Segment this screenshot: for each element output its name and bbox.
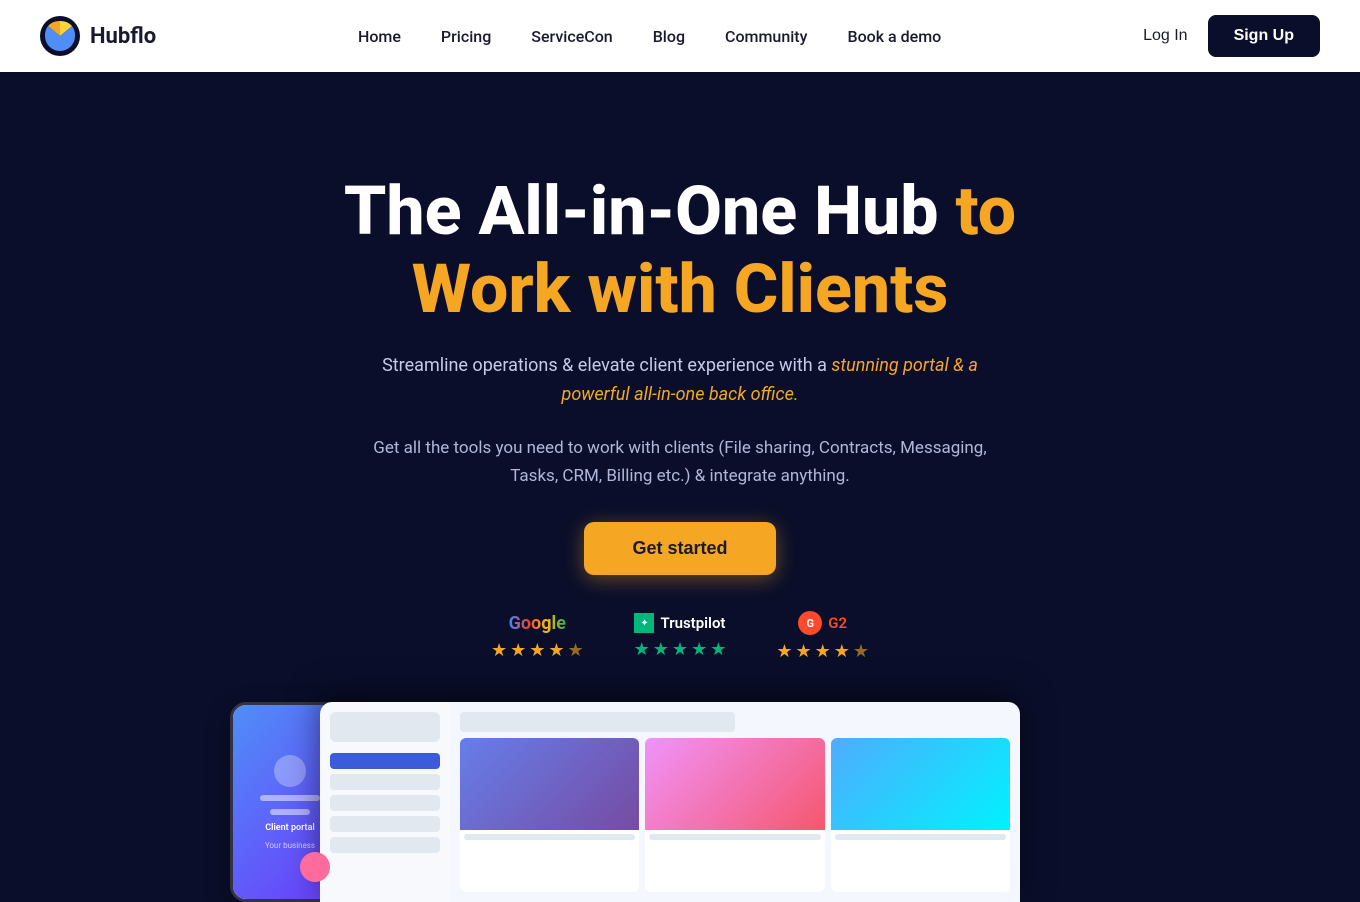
pink-circle-decoration (300, 852, 330, 882)
laptop-screen (320, 702, 1020, 902)
laptop-card-2 (645, 738, 824, 892)
laptop-mockup (320, 702, 1020, 902)
hubflo-logo-icon (40, 16, 80, 56)
g2-star-1: ★ (776, 641, 792, 662)
phone-line-2 (270, 809, 310, 815)
tp-star-3: ★ (672, 639, 688, 660)
phone-label-2: Your business (265, 841, 315, 850)
star-4: ★ (548, 640, 564, 661)
laptop-menu-home (330, 753, 440, 769)
star-5: ★ (568, 640, 584, 661)
nav-servicecon[interactable]: ServiceCon (531, 27, 612, 46)
hero-subtitle-plain: Streamline operations & elevate client e… (382, 355, 831, 376)
tp-star-4: ★ (691, 639, 707, 660)
navbar-logo-area: Hubflo (40, 16, 156, 56)
laptop-card-text-2 (649, 834, 820, 840)
navbar-auth: Log In Sign Up (1143, 15, 1320, 57)
screenshot-container: Client portal Your business (260, 702, 1100, 902)
laptop-menu-2 (330, 795, 440, 811)
navbar: Hubflo Home Pricing ServiceCon Blog Comm… (0, 0, 1360, 72)
hero-title-plain: The All-in-One Hub (344, 171, 956, 251)
laptop-card-1 (460, 738, 639, 892)
signup-button[interactable]: Sign Up (1208, 15, 1320, 57)
g2-rating: G G2 ★ ★ ★ ★ ★ (776, 611, 869, 662)
star-1: ★ (491, 640, 507, 661)
g2-label: G2 (828, 614, 847, 632)
phone-label-1: Client portal (265, 823, 315, 833)
star-2: ★ (510, 640, 526, 661)
brand-name: Hubflo (90, 24, 156, 49)
hero-section: The All-in-One Hub to Work with Clients … (0, 0, 1360, 902)
g2-star-5: ★ (853, 641, 869, 662)
nav-home[interactable]: Home (358, 27, 401, 46)
phone-avatar (274, 755, 306, 787)
g2-star-2: ★ (795, 641, 811, 662)
ratings-row: Google ★ ★ ★ ★ ★ ✦ Trustpilot ★ ★ (491, 611, 869, 662)
trustpilot-stars: ★ ★ ★ ★ ★ (634, 639, 727, 660)
laptop-grid (460, 738, 1010, 892)
google-stars: ★ ★ ★ ★ ★ (491, 640, 584, 661)
tp-star-2: ★ (653, 639, 669, 660)
laptop-card-img-2 (645, 738, 824, 830)
laptop-card-img-3 (831, 738, 1010, 830)
trustpilot-label: Trustpilot (660, 614, 725, 632)
g2-stars: ★ ★ ★ ★ ★ (776, 641, 869, 662)
hero-title: The All-in-One Hub to Work with Clients (270, 172, 1090, 328)
laptop-menu-1 (330, 774, 440, 790)
g2-badge: G G2 (798, 611, 847, 635)
trustpilot-icon: ✦ (634, 613, 654, 633)
g2-icon: G (798, 611, 822, 635)
nav-blog[interactable]: Blog (653, 27, 685, 46)
laptop-card-text-1 (464, 834, 635, 840)
hero-description: Get all the tools you need to work with … (370, 434, 990, 490)
laptop-card-text-3 (835, 834, 1006, 840)
hero-content: The All-in-One Hub to Work with Clients … (230, 172, 1130, 662)
hero-subtitle: Streamline operations & elevate client e… (380, 352, 980, 410)
star-3: ★ (529, 640, 545, 661)
get-started-button[interactable]: Get started (584, 522, 775, 575)
g2-star-3: ★ (815, 641, 831, 662)
navbar-links: Home Pricing ServiceCon Blog Community B… (358, 27, 941, 46)
trustpilot-rating: ✦ Trustpilot ★ ★ ★ ★ ★ (634, 613, 727, 660)
nav-community[interactable]: Community (725, 27, 807, 46)
tp-star-1: ★ (634, 639, 650, 660)
tp-star-5: ★ (710, 639, 726, 660)
laptop-card-3 (831, 738, 1010, 892)
laptop-menu-3 (330, 816, 440, 832)
laptop-menu-4 (330, 837, 440, 853)
phone-line-1 (260, 795, 320, 801)
laptop-sidebar (320, 702, 450, 902)
g2-star-4: ★ (834, 641, 850, 662)
laptop-card-img-1 (460, 738, 639, 830)
nav-pricing[interactable]: Pricing (441, 27, 491, 46)
google-label: Google (509, 613, 566, 634)
trustpilot-logo: ✦ Trustpilot (634, 613, 725, 633)
laptop-main-area (450, 702, 1020, 902)
laptop-sidebar-header (330, 712, 440, 742)
laptop-top-bar (460, 712, 735, 732)
nav-book-demo[interactable]: Book a demo (847, 27, 941, 46)
hero-screenshots: Client portal Your business (260, 702, 1100, 902)
google-rating: Google ★ ★ ★ ★ ★ (491, 613, 584, 661)
login-button[interactable]: Log In (1143, 27, 1187, 45)
